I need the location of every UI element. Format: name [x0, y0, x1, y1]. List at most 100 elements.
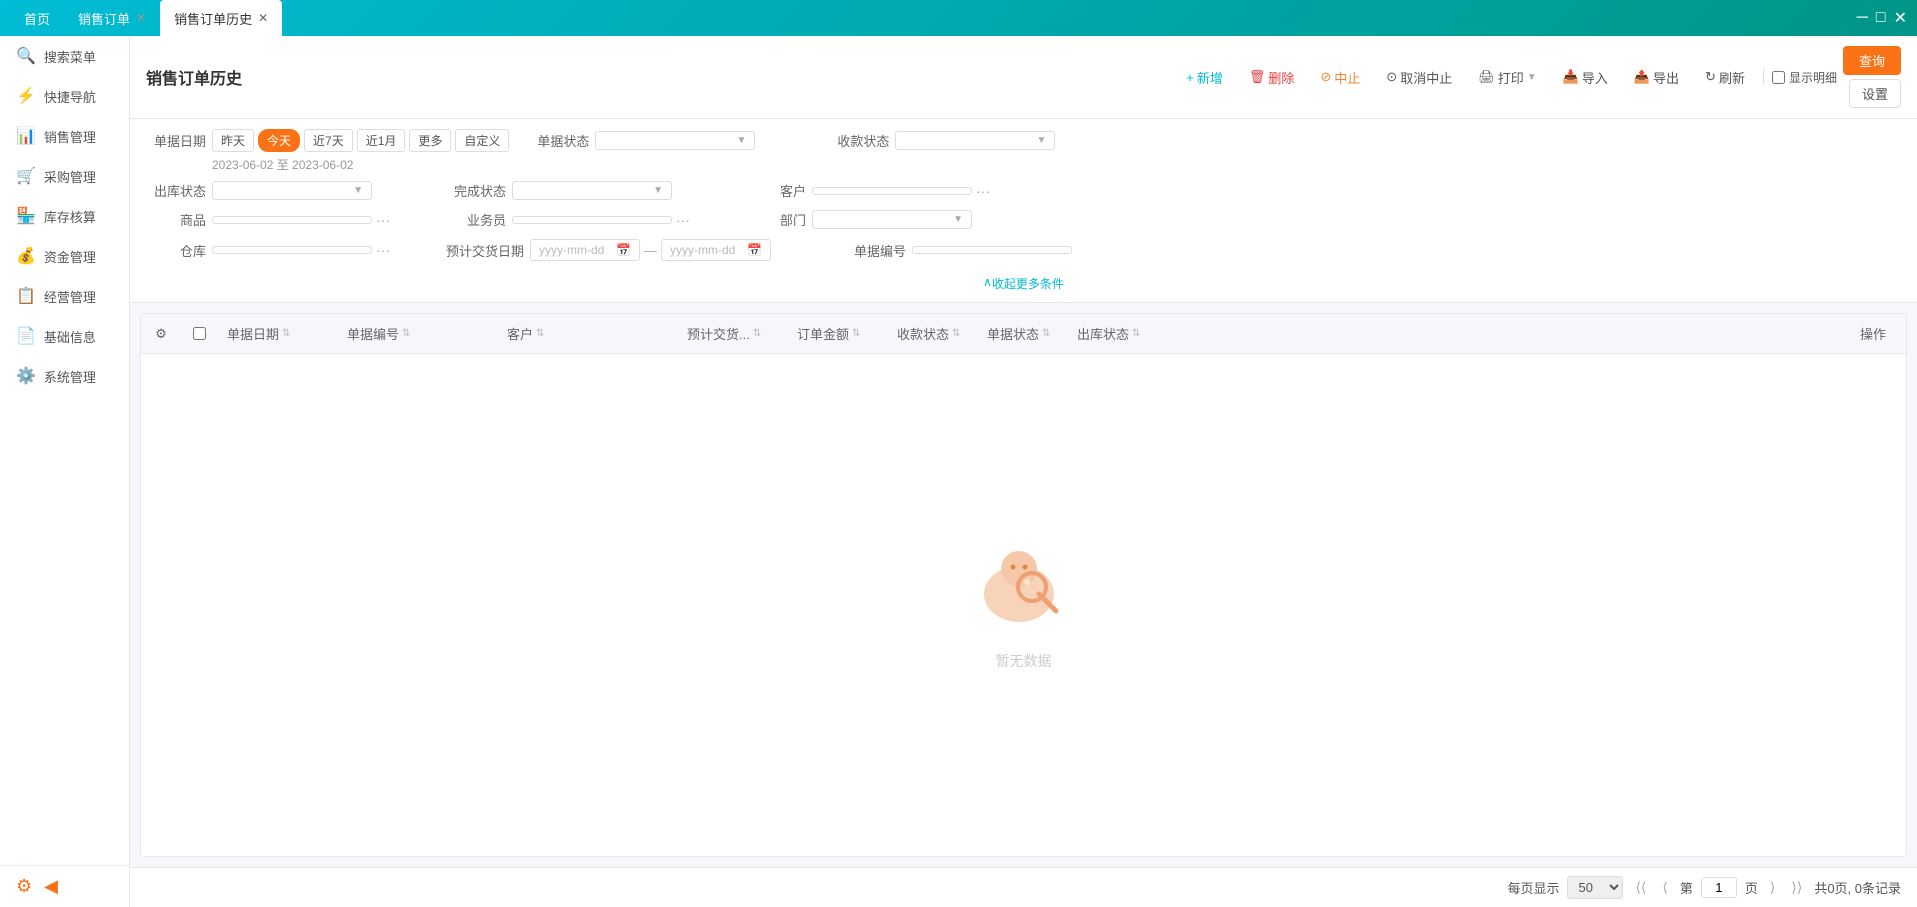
product-input[interactable]	[212, 216, 372, 224]
department-chevron: ▼	[953, 214, 963, 225]
export-button[interactable]: 📤 导出	[1624, 64, 1689, 91]
warehouse-dots-icon[interactable]: ···	[376, 242, 390, 258]
print-button[interactable]: 🖨 打印 ▼	[1468, 64, 1546, 91]
page-size-select[interactable]: 10 20 50 100	[1567, 876, 1623, 899]
tab-sales-history-close[interactable]: ✕	[258, 11, 268, 25]
calendar-end-icon: 📅	[747, 243, 762, 257]
th-check[interactable]	[181, 319, 217, 348]
stop-button[interactable]: ⊘ 中止	[1310, 64, 1370, 91]
sidebar-item-finance[interactable]: 💰 资金管理	[0, 236, 129, 276]
import-button[interactable]: 📥 导入	[1553, 64, 1618, 91]
window-close-icon[interactable]: ✕	[1894, 8, 1907, 28]
outbound-status-select[interactable]: ▼	[212, 181, 372, 200]
display-toggle[interactable]: 显示明细	[1772, 69, 1837, 86]
empty-illustration	[964, 539, 1084, 639]
tab-home[interactable]: 首页	[10, 0, 64, 36]
cancel-stop-button[interactable]: ⊙ 取消中止	[1376, 64, 1462, 91]
query-button[interactable]: 查询	[1843, 46, 1901, 75]
collapse-row[interactable]: ∧ 收起更多条件	[146, 271, 1901, 296]
th-action-label: 操作	[1860, 324, 1886, 343]
page-next-button[interactable]: ⟩	[1766, 877, 1779, 898]
delivery-date-start[interactable]: yyyy-mm-dd 📅	[530, 239, 640, 261]
chart-icon: 📊	[16, 126, 36, 146]
order-status-select[interactable]: ▼	[595, 131, 755, 150]
order-no-input[interactable]	[912, 246, 1072, 254]
th-no[interactable]: 单据编号 ⇅	[337, 316, 497, 351]
add-button[interactable]: + 新增	[1176, 64, 1233, 91]
refresh-label: 刷新	[1719, 68, 1745, 87]
gear-column-icon: ⚙	[155, 326, 167, 342]
filter-row-4: 仓库 ··· 预计交货日期 yyyy-mm-dd 📅 —	[146, 239, 1901, 261]
customer-control: ···	[812, 183, 1026, 199]
date-btn-today[interactable]: 今天	[258, 129, 300, 152]
product-label: 商品	[146, 210, 206, 229]
sidebar-settings-icon[interactable]: ⚙	[16, 876, 32, 897]
tab-sales-order-label: 销售订单	[78, 9, 130, 28]
cancel-stop-label: 取消中止	[1400, 68, 1452, 87]
th-customer[interactable]: 客户 ⇅	[497, 316, 677, 351]
page-last-button[interactable]: ⟩⟩	[1787, 877, 1806, 898]
sidebar-bottom: ⚙ ◀	[0, 865, 129, 907]
sidebar-collapse-icon[interactable]: ◀	[44, 876, 58, 897]
th-gear[interactable]: ⚙	[141, 318, 181, 350]
th-delivery[interactable]: 预计交货... ⇅	[677, 316, 787, 351]
th-amount-label: 订单金额	[797, 324, 849, 343]
refresh-button[interactable]: ↻ 刷新	[1695, 64, 1755, 91]
select-all-checkbox[interactable]	[193, 327, 206, 340]
tab-sales-history[interactable]: 销售订单历史 ✕	[160, 0, 282, 36]
sidebar-item-search[interactable]: 🔍 搜索菜单	[0, 36, 129, 76]
customer-input[interactable]	[812, 187, 972, 195]
sidebar-item-quick-nav[interactable]: ⚡ 快捷导航	[0, 76, 129, 116]
table-area: ⚙ 单据日期 ⇅ 单据编号 ⇅ 客户 ⇅ 预计交货...	[140, 313, 1907, 857]
department-select[interactable]: ▼	[812, 210, 972, 229]
content-area: 销售订单历史 + 新增 🗑 删除 ⊘ 中止 ⊙ 取消中止	[130, 36, 1917, 907]
sidebar-item-basic-info[interactable]: 📄 基础信息	[0, 316, 129, 356]
sidebar-item-sales[interactable]: 📊 销售管理	[0, 116, 129, 156]
th-status[interactable]: 单据状态 ⇅	[977, 316, 1067, 351]
th-date-label: 单据日期	[227, 324, 279, 343]
receipt-status-chevron: ▼	[1037, 135, 1047, 146]
page-prev-button[interactable]: ⟨	[1658, 877, 1671, 898]
th-receipt[interactable]: 收款状态 ⇅	[887, 316, 977, 351]
outbound-status-label: 出库状态	[146, 181, 206, 200]
product-dots-icon[interactable]: ···	[376, 212, 390, 228]
window-maximize-icon[interactable]: □	[1876, 9, 1886, 27]
completion-status-select[interactable]: ▼	[512, 181, 672, 200]
settings-button[interactable]: 设置	[1849, 79, 1901, 108]
sidebar-item-inventory-label: 库存核算	[44, 207, 96, 226]
date-btn-custom[interactable]: 自定义	[455, 129, 509, 152]
sidebar-item-sales-label: 销售管理	[44, 127, 96, 146]
delete-button[interactable]: 🗑 删除	[1239, 64, 1305, 91]
sidebar-item-operations[interactable]: 📋 经营管理	[0, 276, 129, 316]
sidebar-item-inventory[interactable]: 🏪 库存核算	[0, 196, 129, 236]
page-first-button[interactable]: ⟨⟨	[1631, 877, 1650, 898]
customer-dots-icon[interactable]: ···	[976, 183, 990, 199]
tab-sales-order-close[interactable]: ✕	[136, 11, 146, 25]
window-minimize-icon[interactable]: ─	[1857, 9, 1868, 27]
date-btn-1month[interactable]: 近1月	[357, 129, 406, 152]
th-delivery-sort-icon: ⇅	[753, 328, 761, 339]
department-label: 部门	[746, 210, 806, 229]
delivery-date-end-placeholder: yyyy-mm-dd	[670, 243, 735, 257]
delivery-date-end[interactable]: yyyy-mm-dd 📅	[661, 239, 771, 261]
filter-product: 商品 ···	[146, 210, 426, 229]
date-btn-yesterday[interactable]: 昨天	[212, 129, 254, 152]
th-date[interactable]: 单据日期 ⇅	[217, 316, 337, 351]
sidebar-item-purchase[interactable]: 🛒 采购管理	[0, 156, 129, 196]
main-layout: 🔍 搜索菜单 ⚡ 快捷导航 📊 销售管理 🛒 采购管理 🏪 库存核算 💰 资金管…	[0, 36, 1917, 907]
th-amount[interactable]: 订单金额 ⇅	[787, 316, 887, 351]
salesperson-dots-icon[interactable]: ···	[676, 212, 690, 228]
page-number-input[interactable]	[1701, 877, 1737, 898]
tab-sales-order[interactable]: 销售订单 ✕	[64, 0, 160, 36]
sidebar-item-system[interactable]: ⚙️ 系统管理	[0, 356, 129, 396]
warehouse-input[interactable]	[212, 246, 372, 254]
receipt-status-select[interactable]: ▼	[895, 131, 1055, 150]
date-btn-more[interactable]: 更多	[409, 129, 451, 152]
th-outbound[interactable]: 出库状态 ⇅	[1067, 316, 1157, 351]
salesperson-input[interactable]	[512, 216, 672, 224]
receipt-status-label: 收款状态	[829, 131, 889, 150]
refresh-icon: ↻	[1705, 69, 1716, 85]
warehouse-control: ···	[212, 242, 426, 258]
display-toggle-checkbox[interactable]	[1772, 71, 1785, 84]
date-btn-7days[interactable]: 近7天	[304, 129, 353, 152]
